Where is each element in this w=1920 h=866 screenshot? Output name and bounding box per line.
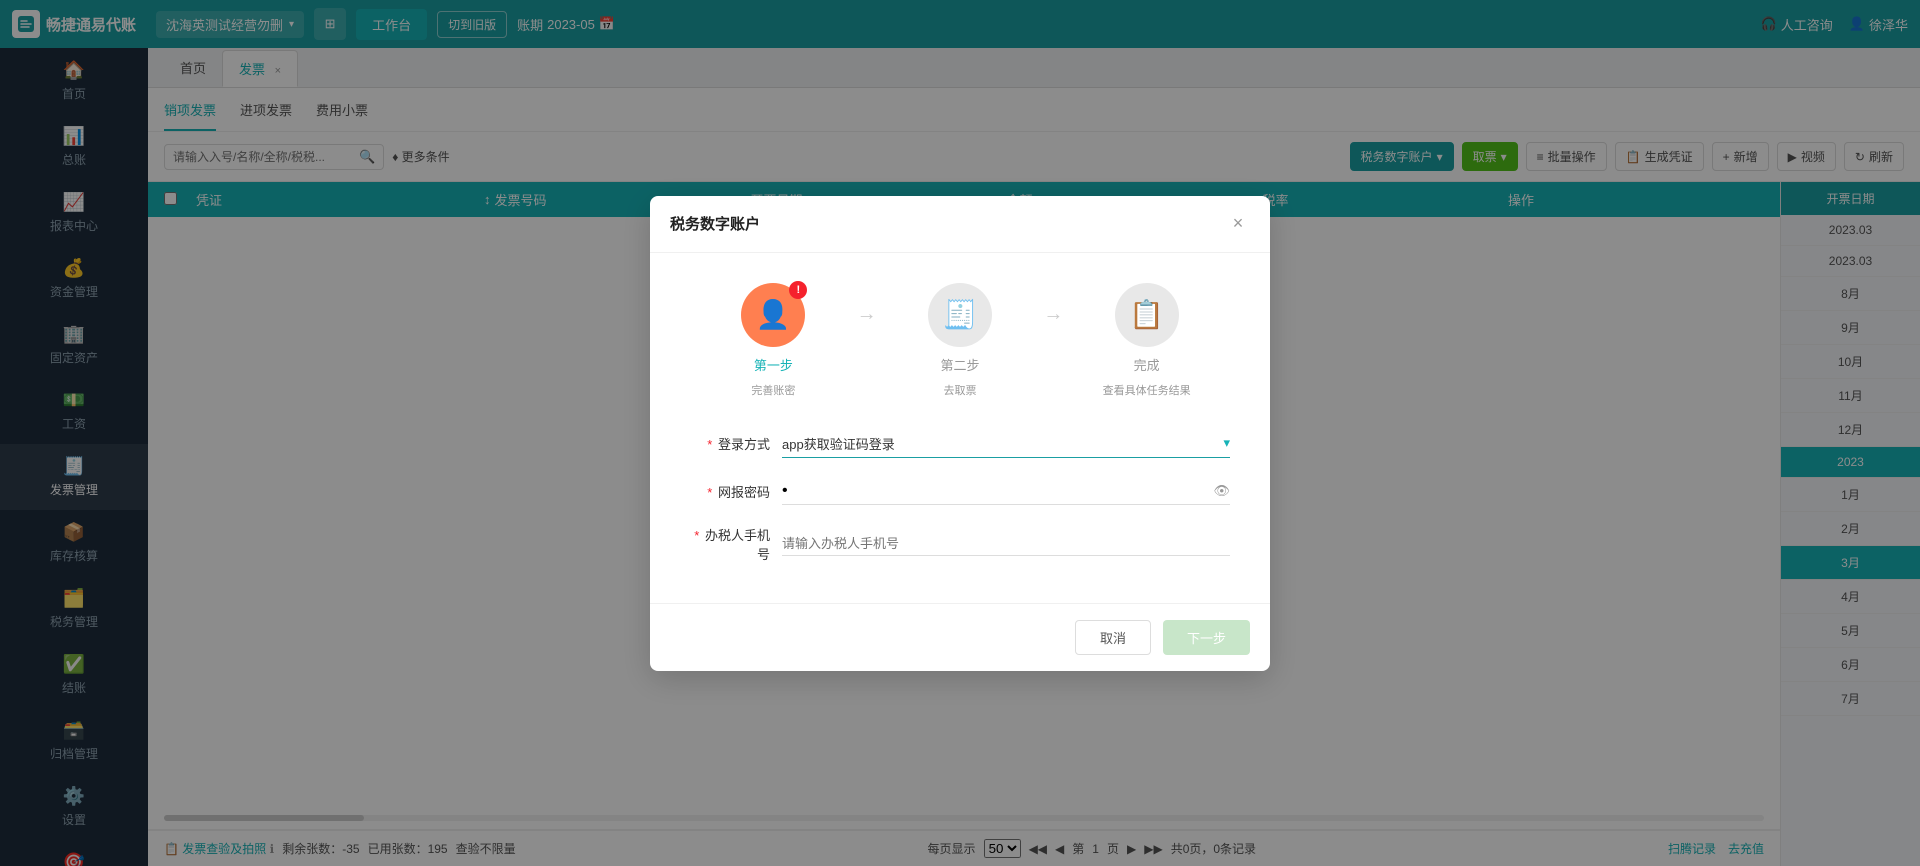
step-3: 📋 完成 查看具体任务结果 — [1063, 283, 1230, 398]
modal-header: 税务数字账户 × — [650, 196, 1270, 253]
tax-digital-account-modal: 税务数字账户 × 👤 ! 第一步 完善账密 → — [650, 196, 1270, 671]
step-3-desc: 查看具体任务结果 — [1103, 382, 1191, 398]
step-1-icon-wrap: 👤 ! — [741, 283, 805, 347]
password-control: 👁 — [782, 478, 1230, 505]
step-1-title: 第一步 — [754, 355, 793, 374]
toggle-password-icon[interactable]: 👁 — [1213, 483, 1230, 499]
modal-footer: 取消 下一步 — [650, 603, 1270, 671]
step-arrow-1: → — [857, 283, 877, 326]
phone-control — [782, 532, 1230, 556]
step-2-icon: 🧾 — [943, 298, 978, 331]
step-1-icon: 👤 — [756, 298, 791, 331]
steps-indicator: 👤 ! 第一步 完善账密 → 🧾 第二步 去取票 → — [690, 283, 1230, 398]
step-arrow-2: → — [1043, 283, 1063, 326]
next-button[interactable]: 下一步 — [1163, 620, 1250, 655]
phone-input[interactable] — [782, 536, 1230, 551]
step-3-icon-wrap: 📋 — [1115, 283, 1179, 347]
login-method-row: * 登录方式 app获取验证码登录 ▾ — [690, 430, 1230, 458]
password-row: * 网报密码 👁 — [690, 478, 1230, 505]
modal-body: 👤 ! 第一步 完善账密 → 🧾 第二步 去取票 → — [650, 253, 1270, 603]
password-input[interactable] — [782, 482, 1213, 500]
step-3-icon: 📋 — [1129, 298, 1164, 331]
login-method-control: app获取验证码登录 ▾ — [782, 430, 1230, 458]
step-2-icon-wrap: 🧾 — [928, 283, 992, 347]
step-2-title: 第二步 — [941, 355, 980, 374]
login-method-select[interactable]: app获取验证码登录 ▾ — [782, 430, 1230, 458]
modal-title: 税务数字账户 — [670, 213, 760, 234]
step-3-title: 完成 — [1134, 355, 1160, 374]
login-method-label: * 登录方式 — [690, 434, 770, 453]
modal-overlay: 税务数字账户 × 👤 ! 第一步 完善账密 → — [0, 0, 1920, 866]
select-chevron-icon: ▾ — [1223, 435, 1230, 451]
step-2: 🧾 第二步 去取票 — [877, 283, 1044, 398]
cancel-button[interactable]: 取消 — [1075, 620, 1151, 655]
phone-input-wrap — [782, 532, 1230, 556]
password-input-wrap: 👁 — [782, 478, 1230, 505]
step-2-desc: 去取票 — [944, 382, 977, 398]
password-label: * 网报密码 — [690, 482, 770, 501]
step-1: 👤 ! 第一步 完善账密 — [690, 283, 857, 398]
phone-label: * 办税人手机号 — [690, 525, 770, 563]
phone-row: * 办税人手机号 — [690, 525, 1230, 563]
step-1-desc: 完善账密 — [751, 382, 795, 398]
modal-close-button[interactable]: × — [1226, 212, 1250, 236]
step-1-badge: ! — [789, 281, 807, 299]
